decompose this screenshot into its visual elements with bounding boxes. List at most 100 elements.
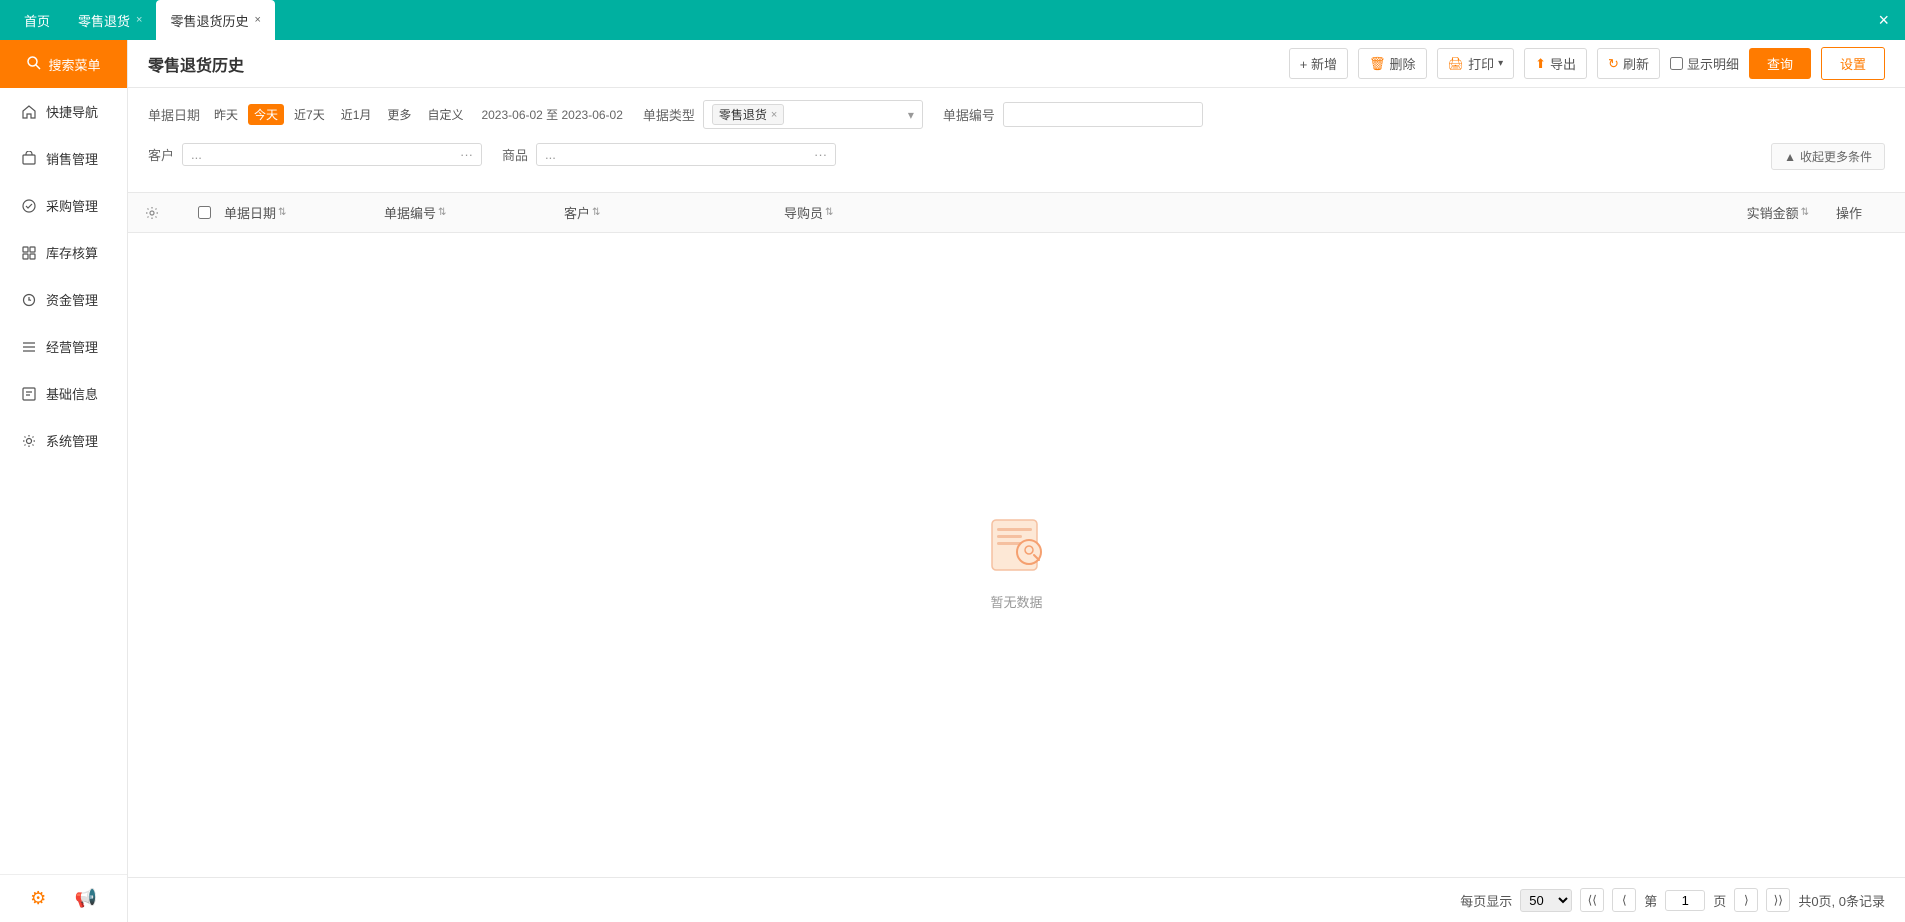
sidebar-bottom: ⚙ 📢 <box>0 874 127 922</box>
bill-no-filter: 单据编号 <box>943 102 1203 127</box>
col-customer-sort[interactable]: 客户 ⇅ <box>564 203 600 222</box>
tab-retail-return-close[interactable]: × <box>136 14 142 26</box>
print-button[interactable]: 🖨 打印 ▾ <box>1437 48 1515 79</box>
page-size-label: 每页显示 <box>1460 891 1512 910</box>
settings-gear-icon[interactable]: ⚙ <box>30 888 46 909</box>
col-customer-sort-icon: ⇅ <box>592 207 600 218</box>
table-header: 单据日期 ⇅ 单据编号 ⇅ 客户 ⇅ <box>128 193 1905 233</box>
page-size-select[interactable]: 50 10 20 100 <box>1520 889 1572 912</box>
top-bar: 首页 零售退货 × 零售退货历史 × × <box>0 0 1905 40</box>
col-date-sort[interactable]: 单据日期 ⇅ <box>224 203 286 222</box>
page-suffix: 页 <box>1713 891 1726 910</box>
sidebar-item-purchase-label: 采购管理 <box>46 196 98 215</box>
export-button[interactable]: ⬆ 导出 <box>1524 48 1587 79</box>
col-amount-sort[interactable]: 实销金额 ⇅ <box>1747 203 1809 222</box>
sidebar-item-system[interactable]: 系统管理 <box>0 417 127 464</box>
base-info-icon <box>20 385 38 403</box>
pagination: 每页显示 50 10 20 100 ⟨⟨ ⟨ 第 页 ⟩ ⟩⟩ 共0页, 0条记… <box>128 877 1905 922</box>
sidebar-item-quick-nav[interactable]: 快捷导航 <box>0 88 127 135</box>
date-btn-today[interactable]: 今天 <box>248 104 284 125</box>
page-header: 零售退货历史 + 新增 🗑 删除 🖨 打印 ▾ ⬆ 导出 <box>128 40 1905 88</box>
sidebar-item-sales[interactable]: 销售管理 <box>0 135 127 182</box>
sidebar: 搜索菜单 快捷导航 销售管理 采购管理 库存核算 <box>0 40 128 922</box>
date-btn-7days[interactable]: 近7天 <box>288 104 331 125</box>
check-all-checkbox[interactable] <box>198 206 211 219</box>
bill-type-tag-close[interactable]: × <box>771 109 777 121</box>
filter-area: 单据日期 昨天 今天 近7天 近1月 更多 自定义 2023-06-02 至 2… <box>128 88 1905 193</box>
tab-retail-return[interactable]: 零售退货 × <box>64 0 156 40</box>
query-button[interactable]: 查询 <box>1749 48 1811 79</box>
filter-row-1: 单据日期 昨天 今天 近7天 近1月 更多 自定义 2023-06-02 至 2… <box>148 100 1885 129</box>
show-detail-checkbox[interactable] <box>1670 57 1683 70</box>
date-range-text: 2023-06-02 至 2023-06-02 <box>481 106 622 123</box>
col-bill-sort[interactable]: 单据编号 ⇅ <box>384 203 446 222</box>
bill-type-dropdown-icon: ▾ <box>908 108 914 122</box>
page-last-btn[interactable]: ⟩⟩ <box>1766 888 1790 912</box>
home-icon <box>20 103 38 121</box>
goods-ellipsis-icon: ··· <box>814 147 827 162</box>
collapse-label: 收起更多条件 <box>1800 148 1872 165</box>
col-customer-header: 客户 ⇅ <box>564 203 784 222</box>
empty-state-icon <box>977 500 1057 580</box>
sidebar-search[interactable]: 搜索菜单 <box>0 40 127 88</box>
customer-ellipsis-icon: ··· <box>460 147 473 162</box>
sidebar-item-operation-label: 经营管理 <box>46 337 98 356</box>
customer-select[interactable]: ... ··· <box>182 143 482 166</box>
sidebar-item-base-info[interactable]: 基础信息 <box>0 370 127 417</box>
bill-no-label: 单据编号 <box>943 105 995 124</box>
sidebar-item-operation[interactable]: 经营管理 <box>0 323 127 370</box>
col-check-all[interactable] <box>184 206 224 219</box>
customer-filter: 客户 ... ··· <box>148 143 482 166</box>
show-detail-checkbox-label[interactable]: 显示明细 <box>1670 54 1739 73</box>
goods-filter-label: 商品 <box>502 145 528 164</box>
tab-home[interactable]: 首页 <box>10 0 64 40</box>
sidebar-item-quick-nav-label: 快捷导航 <box>46 102 98 121</box>
col-date-sort-icon: ⇅ <box>278 207 286 218</box>
total-label: 共0页, 0条记录 <box>1798 891 1885 910</box>
add-button[interactable]: + 新增 <box>1289 48 1348 79</box>
page-input[interactable] <box>1665 890 1705 911</box>
finance-icon <box>20 291 38 309</box>
sidebar-item-sales-label: 销售管理 <box>46 149 98 168</box>
window-close-icon[interactable]: × <box>1878 10 1889 31</box>
table-area: 单据日期 ⇅ 单据编号 ⇅ 客户 ⇅ <box>128 193 1905 877</box>
page-prefix: 第 <box>1644 891 1657 910</box>
date-btn-yesterday[interactable]: 昨天 <box>208 104 244 125</box>
main-layout: 搜索菜单 快捷导航 销售管理 采购管理 库存核算 <box>0 40 1905 922</box>
collapse-button[interactable]: ▲ 收起更多条件 <box>1771 143 1885 170</box>
page-next-btn[interactable]: ⟩ <box>1734 888 1758 912</box>
col-gear[interactable] <box>144 205 184 221</box>
page-first-btn[interactable]: ⟨⟨ <box>1580 888 1604 912</box>
date-btn-more[interactable]: 更多 <box>381 104 417 125</box>
tab-retail-return-history[interactable]: 零售退货历史 × <box>156 0 274 40</box>
date-btn-custom[interactable]: 自定义 <box>421 104 469 125</box>
audio-icon[interactable]: 📢 <box>74 888 96 909</box>
col-guide-sort[interactable]: 导购员 ⇅ <box>784 203 833 222</box>
bill-type-tag: 零售退货 × <box>712 104 784 125</box>
filter-row-2: 客户 ... ··· 商品 ... ··· ▲ <box>148 139 1885 170</box>
sidebar-item-finance[interactable]: 资金管理 <box>0 276 127 323</box>
search-icon <box>26 55 42 74</box>
column-settings-icon <box>144 205 160 221</box>
customer-filter-label: 客户 <box>148 145 174 164</box>
bill-type-filter: 单据类型 零售退货 × ▾ <box>643 100 923 129</box>
header-actions: + 新增 🗑 删除 🖨 打印 ▾ ⬆ 导出 ↻ 刷新 <box>1289 47 1885 80</box>
col-amount-header: 实销金额 ⇅ <box>1689 203 1809 222</box>
page-prev-btn[interactable]: ⟨ <box>1612 888 1636 912</box>
tab-retail-return-history-close[interactable]: × <box>254 14 260 26</box>
sidebar-item-inventory[interactable]: 库存核算 <box>0 229 127 276</box>
sidebar-item-purchase[interactable]: 采购管理 <box>0 182 127 229</box>
setting-button[interactable]: 设置 <box>1821 47 1885 80</box>
date-btn-1month[interactable]: 近1月 <box>335 104 378 125</box>
export-icon: ⬆ <box>1535 56 1546 72</box>
empty-state: 暂无数据 <box>128 233 1905 877</box>
refresh-button[interactable]: ↻ 刷新 <box>1597 48 1660 79</box>
bill-no-input[interactable] <box>1003 102 1203 127</box>
col-guide-sort-icon: ⇅ <box>825 207 833 218</box>
purchase-icon <box>20 197 38 215</box>
content-area: 零售退货历史 + 新增 🗑 删除 🖨 打印 ▾ ⬆ 导出 <box>128 40 1905 922</box>
delete-button[interactable]: 🗑 删除 <box>1358 48 1427 79</box>
bill-type-select[interactable]: 零售退货 × ▾ <box>703 100 923 129</box>
inventory-icon <box>20 244 38 262</box>
goods-select[interactable]: ... ··· <box>536 143 836 166</box>
